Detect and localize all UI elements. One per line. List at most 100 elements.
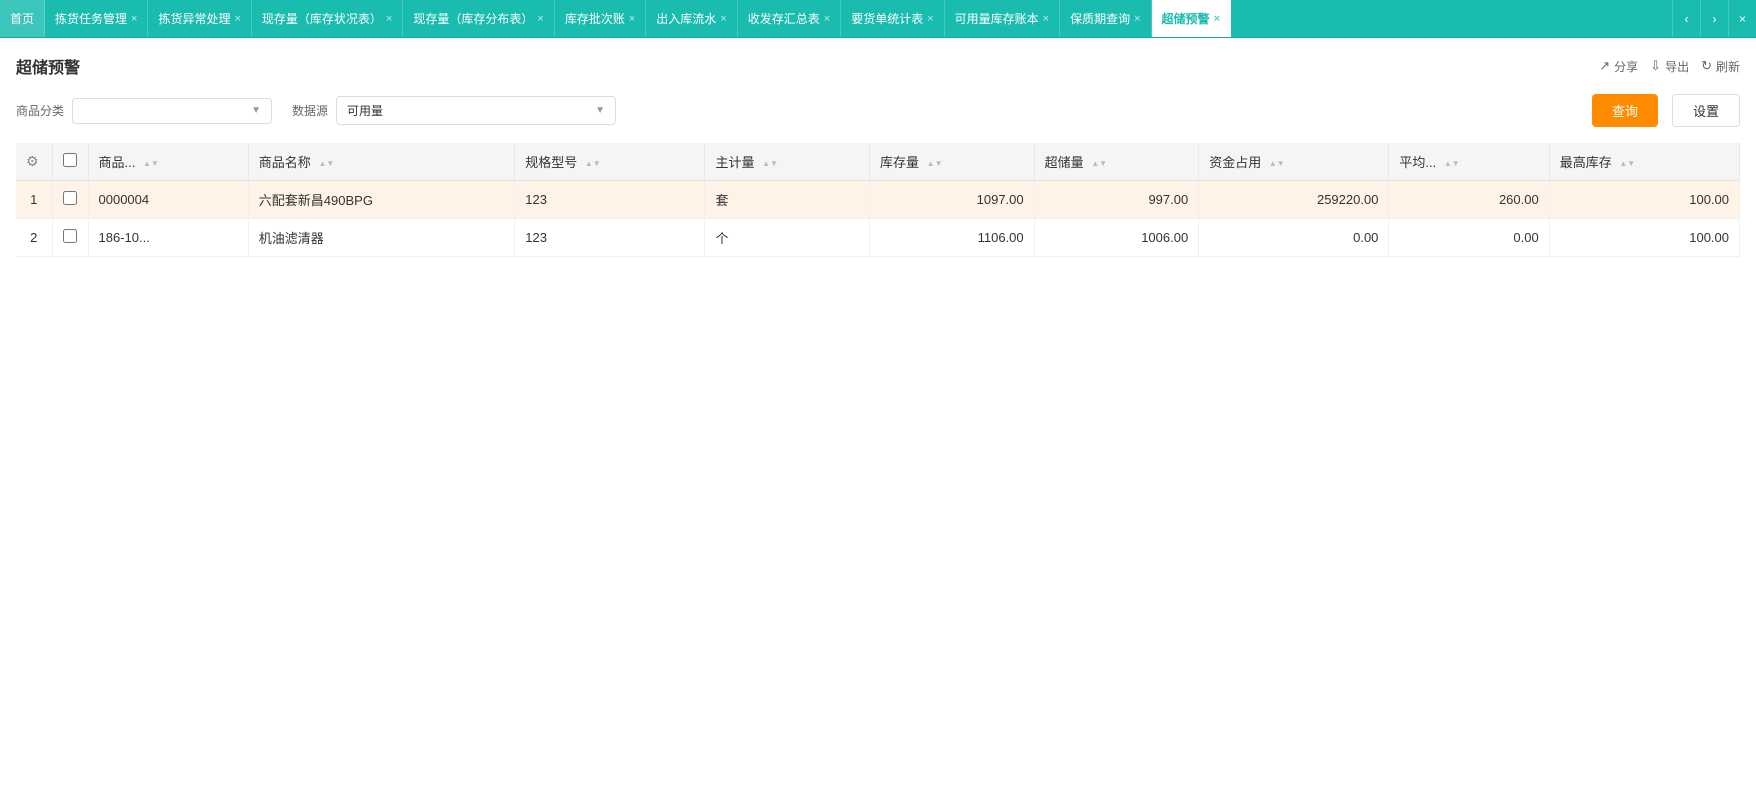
nav-arrows: ‹ › × (1672, 0, 1756, 38)
nav-tab-stock-dist[interactable]: 现存量（库存分布表） × (403, 0, 554, 38)
td-spec-1: 123 (515, 219, 705, 257)
category-chevron-icon: ▼ (251, 105, 261, 116)
td-overstock-qty-0: 997.00 (1034, 181, 1199, 219)
nav-tab-avail-stock[interactable]: 可用量库存账本 × (945, 0, 1060, 38)
export-label: 导出 (1665, 58, 1689, 75)
sort-overstock-qty-icon: ▲▼ (1091, 160, 1107, 168)
category-select[interactable]: ▼ (72, 98, 272, 124)
td-stock-qty-0: 1097.00 (870, 181, 1035, 219)
td-checkbox-1[interactable] (52, 219, 88, 257)
nav-tab-home-label: 首页 (10, 10, 34, 27)
td-product-code-1: 186-10... (88, 219, 248, 257)
nav-tab-stock-dist-label: 现存量（库存分布表） (413, 10, 533, 27)
th-checkbox (52, 143, 88, 181)
nav-tab-overstock[interactable]: 超储预警 × (1152, 0, 1231, 38)
row-checkbox-1[interactable] (63, 229, 77, 243)
nav-close-button[interactable]: × (1728, 0, 1756, 38)
nav-tab-stock-status[interactable]: 现存量（库存状况表） × (252, 0, 403, 38)
filter-actions: 查询 设置 (1592, 94, 1740, 127)
table-header-row: ⚙ 商品... ▲▼ 商品名称 ▲▼ 规格型号 ▲▼ 主计 (16, 143, 1740, 181)
close-overstock-icon[interactable]: × (1214, 13, 1220, 25)
page-content: 超储预警 ↗ 分享 ⇩ 导出 ↻ 刷新 商品分类 ▼ 数据源 (0, 38, 1756, 800)
header-actions: ↗ 分享 ⇩ 导出 ↻ 刷新 (1599, 58, 1740, 75)
close-quality-icon[interactable]: × (1134, 13, 1140, 25)
refresh-button[interactable]: ↻ 刷新 (1701, 58, 1740, 75)
close-recv-send-icon[interactable]: × (824, 13, 830, 25)
td-unit-0: 套 (705, 181, 870, 219)
nav-tab-order-stat-label: 要货单统计表 (851, 10, 923, 27)
td-checkbox-0[interactable] (52, 181, 88, 219)
nav-tab-abnormal[interactable]: 拣货异常处理 × (148, 0, 251, 38)
page-title: 超储预警 (16, 54, 80, 78)
table-row: 2 186-10... 机油滤清器 123 个 1106.00 1006.00 … (16, 219, 1740, 257)
row-checkbox-0[interactable] (63, 191, 77, 205)
th-spec-label: 规格型号 (525, 155, 577, 170)
nav-tab-avail-stock-label: 可用量库存账本 (955, 10, 1039, 27)
td-avg-0: 260.00 (1389, 181, 1549, 219)
close-avail-stock-icon[interactable]: × (1043, 13, 1049, 25)
nav-tab-recv-send-label: 收发存汇总表 (748, 10, 820, 27)
nav-tab-task-mgmt[interactable]: 拣货任务管理 × (45, 0, 148, 38)
nav-tab-order-stat[interactable]: 要货单统计表 × (841, 0, 944, 38)
nav-tab-quality[interactable]: 保质期查询 × (1060, 0, 1151, 38)
th-avg[interactable]: 平均... ▲▼ (1389, 143, 1549, 181)
export-button[interactable]: ⇩ 导出 (1650, 58, 1689, 75)
td-capital-occ-0: 259220.00 (1199, 181, 1389, 219)
td-product-name-0: 六配套新昌490BPG (248, 181, 514, 219)
th-product-code[interactable]: 商品... ▲▼ (88, 143, 248, 181)
close-task-mgmt-icon[interactable]: × (131, 13, 137, 25)
th-max-stock[interactable]: 最高库存 ▲▼ (1549, 143, 1739, 181)
close-stock-dist-icon[interactable]: × (537, 13, 543, 25)
td-row-index-0: 1 (16, 181, 52, 219)
th-settings: ⚙ (16, 143, 52, 181)
share-button[interactable]: ↗ 分享 (1599, 58, 1638, 75)
filter-row: 商品分类 ▼ 数据源 可用量 ▼ 查询 设置 (16, 94, 1740, 127)
th-spec[interactable]: 规格型号 ▲▼ (515, 143, 705, 181)
th-avg-label: 平均... (1399, 155, 1436, 170)
th-capital-occ[interactable]: 资金占用 ▲▼ (1199, 143, 1389, 181)
refresh-label: 刷新 (1716, 58, 1740, 75)
sort-avg-icon: ▲▼ (1444, 160, 1460, 168)
sort-spec-icon: ▲▼ (585, 160, 601, 168)
td-max-stock-0: 100.00 (1549, 181, 1739, 219)
close-stock-status-icon[interactable]: × (386, 13, 392, 25)
nav-tab-batch-label: 库存批次账 (565, 10, 625, 27)
table-gear-icon[interactable]: ⚙ (26, 153, 39, 169)
sort-unit-icon: ▲▼ (762, 160, 778, 168)
sort-product-code-icon: ▲▼ (143, 160, 159, 168)
td-stock-qty-1: 1106.00 (870, 219, 1035, 257)
td-overstock-qty-1: 1006.00 (1034, 219, 1199, 257)
top-nav: 首页 拣货任务管理 × 拣货异常处理 × 现存量（库存状况表） × 现存量（库存… (0, 0, 1756, 38)
refresh-icon: ↻ (1701, 58, 1712, 74)
th-overstock-qty[interactable]: 超储量 ▲▼ (1034, 143, 1199, 181)
nav-tab-inout-flow[interactable]: 出入库流水 × (646, 0, 737, 38)
th-unit[interactable]: 主计量 ▲▼ (705, 143, 870, 181)
th-product-name[interactable]: 商品名称 ▲▼ (248, 143, 514, 181)
nav-tab-batch[interactable]: 库存批次账 × (555, 0, 646, 38)
query-button[interactable]: 查询 (1592, 94, 1658, 127)
td-product-name-1: 机油滤清器 (248, 219, 514, 257)
sort-capital-occ-icon: ▲▼ (1269, 160, 1285, 168)
filter-group-category: 商品分类 ▼ (16, 98, 272, 124)
nav-tab-home[interactable]: 首页 (0, 0, 45, 38)
nav-next-button[interactable]: › (1700, 0, 1728, 38)
data-table: ⚙ 商品... ▲▼ 商品名称 ▲▼ 规格型号 ▲▼ 主计 (16, 143, 1740, 257)
filter-group-datasource: 数据源 可用量 ▼ (292, 96, 616, 125)
close-batch-icon[interactable]: × (629, 13, 635, 25)
select-all-checkbox[interactable] (63, 153, 77, 167)
nav-prev-button[interactable]: ‹ (1672, 0, 1700, 38)
table-row: 1 0000004 六配套新昌490BPG 123 套 1097.00 997.… (16, 181, 1740, 219)
settings-button[interactable]: 设置 (1672, 94, 1740, 127)
td-avg-1: 0.00 (1389, 219, 1549, 257)
nav-tab-recv-send[interactable]: 收发存汇总表 × (738, 0, 841, 38)
datasource-select[interactable]: 可用量 ▼ (336, 96, 616, 125)
export-icon: ⇩ (1650, 58, 1661, 74)
th-overstock-qty-label: 超储量 (1045, 155, 1084, 170)
close-inout-flow-icon[interactable]: × (720, 13, 726, 25)
share-icon: ↗ (1599, 58, 1610, 74)
close-abnormal-icon[interactable]: × (234, 13, 240, 25)
nav-tab-task-mgmt-label: 拣货任务管理 (55, 10, 127, 27)
th-stock-qty[interactable]: 库存量 ▲▼ (870, 143, 1035, 181)
close-order-stat-icon[interactable]: × (927, 13, 933, 25)
datasource-label: 数据源 (292, 102, 328, 119)
